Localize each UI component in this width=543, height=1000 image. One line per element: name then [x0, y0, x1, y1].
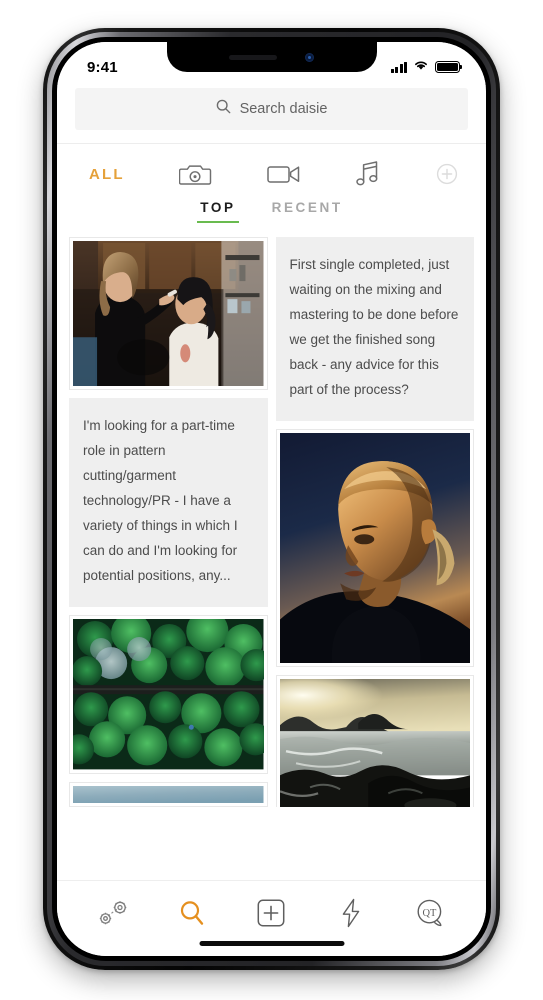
connections-gears-icon: [96, 899, 130, 932]
post-text-part-time-role[interactable]: I'm looking for a part-time role in patt…: [69, 398, 268, 608]
svg-text:QT: QT: [423, 908, 438, 919]
post-image-coastal-sunset[interactable]: [275, 675, 474, 807]
nav-connections-button[interactable]: [85, 895, 141, 935]
blue-sky-photo: [73, 785, 264, 803]
feed-column-left: I'm looking for a part-time role in patt…: [69, 237, 268, 807]
makeup-artist-photo: [73, 241, 264, 387]
search-icon: [216, 99, 231, 119]
phone-screen: 9:41 Search daisie ALL TOP RECENT I'm lo…: [57, 42, 486, 956]
filter-all-button[interactable]: ALL: [89, 166, 125, 183]
plus-box-icon: [257, 899, 285, 932]
nav-activity-button[interactable]: [323, 895, 379, 935]
sort-tab-row: TOP RECENT: [57, 200, 486, 227]
feed-column-right: First single completed, just waiting on …: [275, 237, 474, 807]
search-input[interactable]: Search daisie: [240, 101, 328, 117]
wifi-icon: [413, 58, 429, 76]
filter-add-button[interactable]: [436, 163, 458, 185]
home-indicator[interactable]: [199, 941, 344, 946]
nav-search-button[interactable]: [164, 895, 220, 935]
front-camera-icon: [305, 52, 314, 62]
status-time: 9:41: [87, 58, 118, 76]
filter-photo-button[interactable]: [179, 162, 212, 187]
battery-full-icon: [435, 61, 463, 73]
aerial-forest-photo: [73, 619, 264, 770]
cellular-signal-icon: [390, 61, 407, 73]
search-icon: [179, 900, 205, 931]
device-notch: [166, 42, 377, 72]
earpiece-speaker: [229, 54, 277, 60]
post-image-portrait-man[interactable]: [275, 428, 474, 668]
filter-audio-button[interactable]: [355, 160, 381, 188]
search-bar[interactable]: Search daisie: [75, 88, 468, 130]
tab-top[interactable]: TOP: [197, 200, 239, 223]
lightning-bolt-icon: [340, 898, 362, 933]
post-image-blue-gradient[interactable]: [69, 781, 268, 807]
filter-video-button[interactable]: [267, 162, 301, 186]
post-feed[interactable]: I'm looking for a part-time role in patt…: [57, 227, 486, 807]
portrait-man-photo: [279, 432, 470, 664]
post-text-first-single[interactable]: First single completed, just waiting on …: [275, 237, 474, 421]
coastal-sunset-photo: [279, 679, 470, 807]
post-image-makeup-artist[interactable]: [69, 237, 268, 391]
qt-speech-bubble-icon: QT: [415, 898, 445, 933]
nav-create-button[interactable]: [243, 895, 299, 935]
nav-qt-button[interactable]: QT: [402, 895, 458, 935]
phone-device-frame: 9:41 Search daisie ALL TOP RECENT I'm lo…: [43, 28, 500, 970]
media-filter-row: ALL: [57, 143, 486, 200]
post-image-aerial-forest[interactable]: [69, 615, 268, 774]
status-icons: [390, 58, 463, 76]
tab-recent[interactable]: RECENT: [272, 200, 343, 223]
